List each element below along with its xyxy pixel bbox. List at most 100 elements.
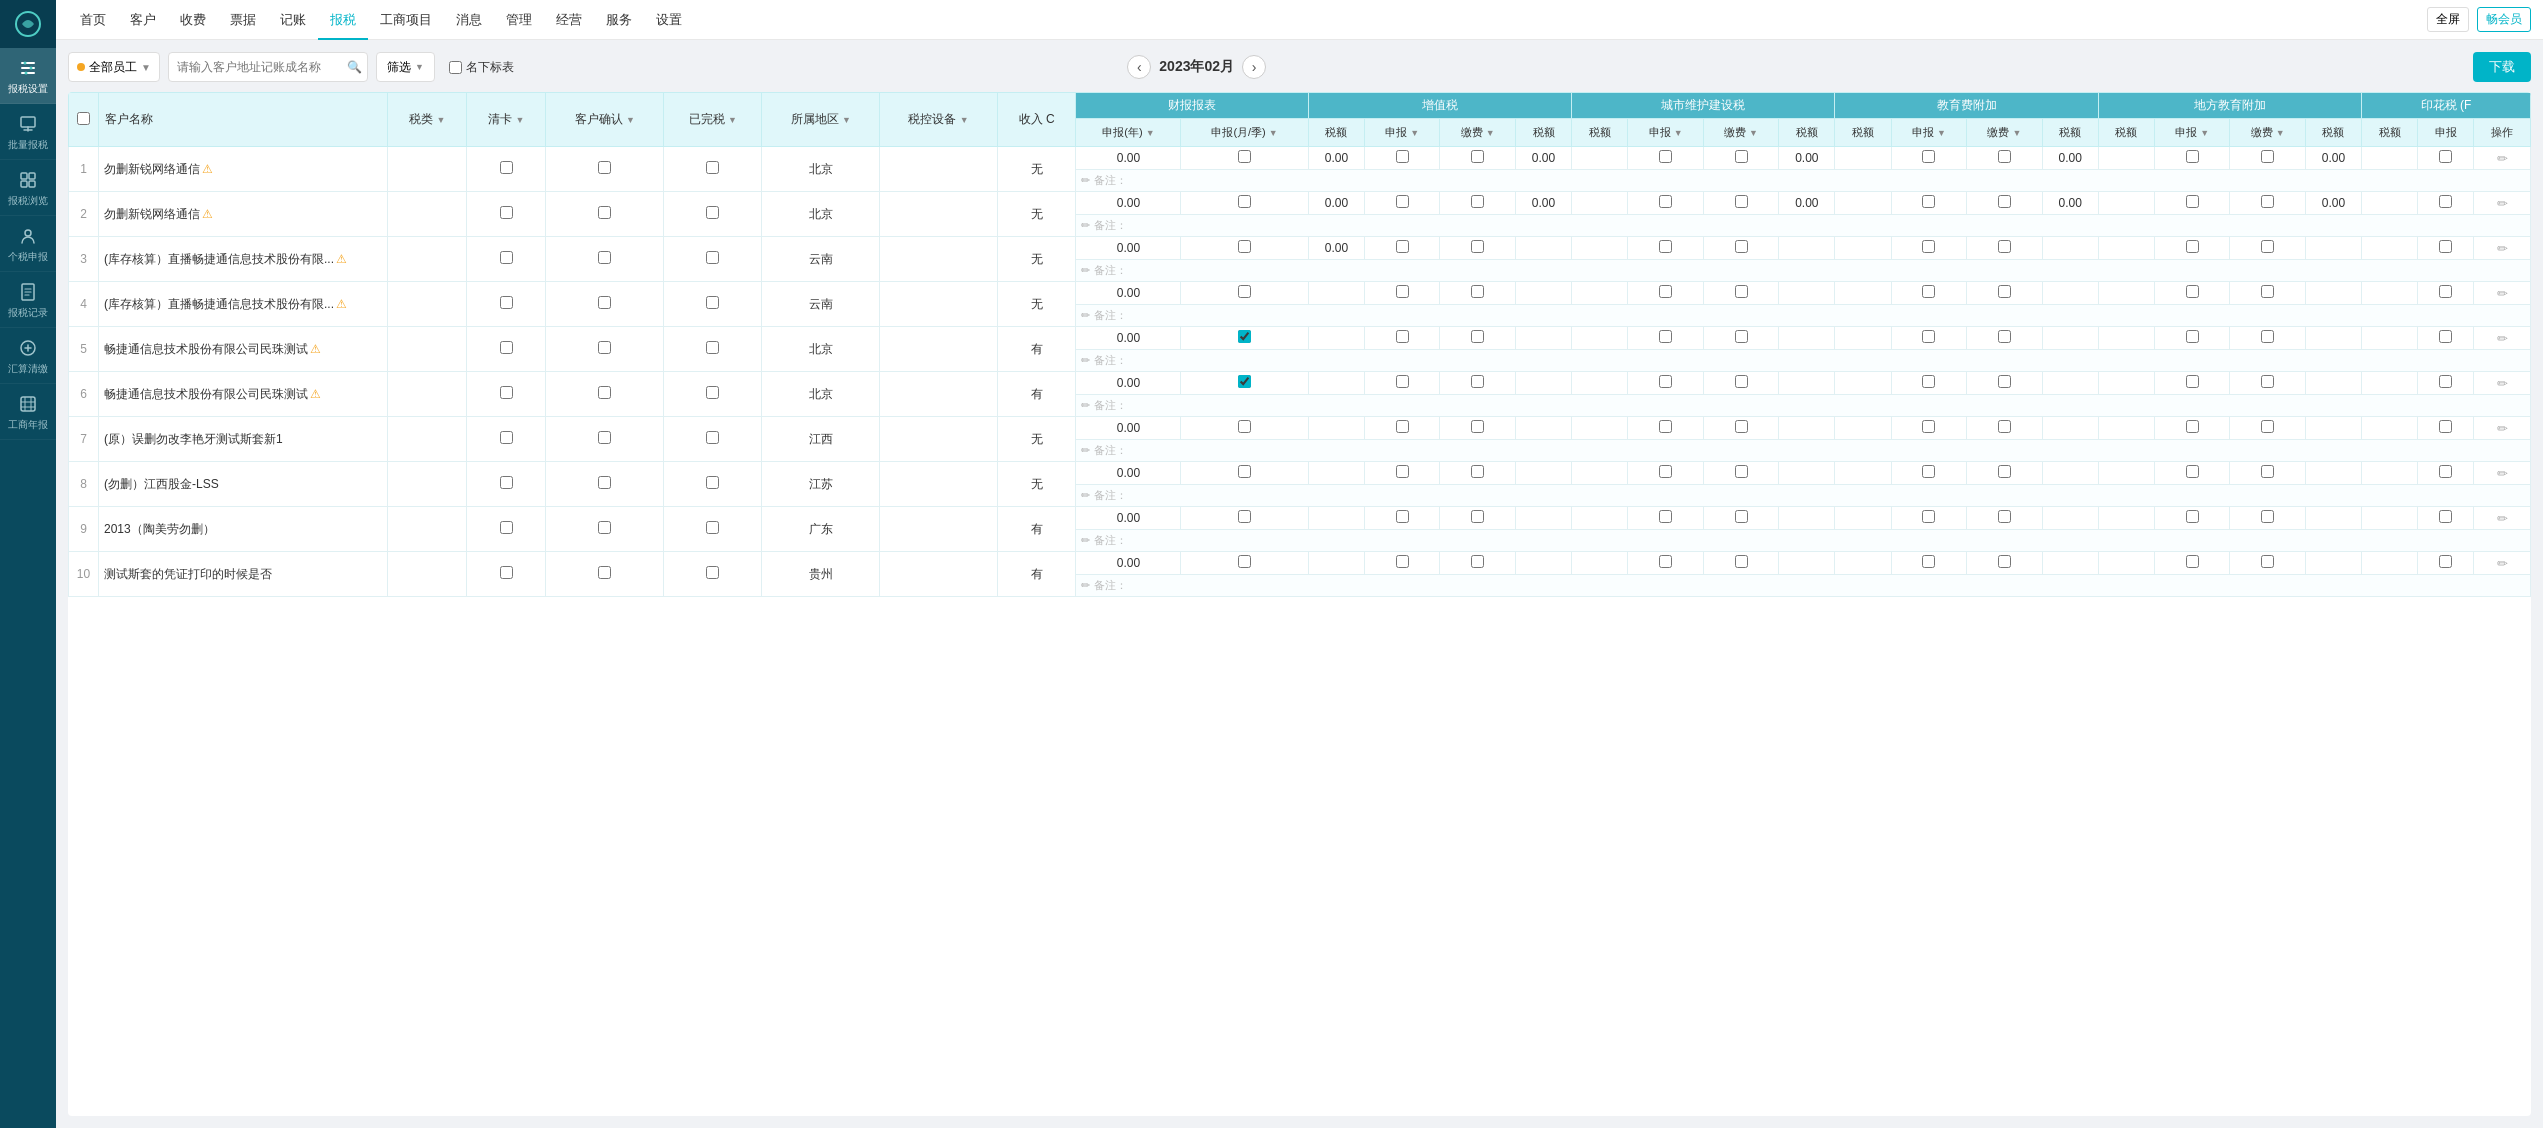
edit-remark-icon[interactable]: ✏ xyxy=(1081,534,1090,546)
financial-m-checkbox[interactable] xyxy=(1238,150,1251,163)
local-pay-checkbox[interactable] xyxy=(2261,375,2274,388)
filed-checkbox[interactable] xyxy=(706,386,719,399)
financial-m-checkbox[interactable] xyxy=(1238,330,1251,343)
edu-apply-checkbox[interactable] xyxy=(1922,465,1935,478)
nav-service[interactable]: 服务 xyxy=(594,0,644,40)
search-input[interactable] xyxy=(168,52,368,82)
confirm-checkbox[interactable] xyxy=(598,161,611,174)
city-pay-checkbox[interactable] xyxy=(1735,150,1748,163)
financial-m-checkbox[interactable] xyxy=(1238,420,1251,433)
edu-pay-checkbox[interactable] xyxy=(1998,285,2011,298)
city-apply-checkbox[interactable] xyxy=(1659,555,1672,568)
local-apply-checkbox[interactable] xyxy=(2186,150,2199,163)
stamp-apply-checkbox[interactable] xyxy=(2439,150,2452,163)
financial-m-checkbox[interactable] xyxy=(1238,555,1251,568)
edit-icon[interactable]: ✏ xyxy=(2497,376,2508,391)
edu-apply-checkbox[interactable] xyxy=(1922,285,1935,298)
vat-apply-checkbox[interactable] xyxy=(1396,195,1409,208)
sidebar-item-remit-clear[interactable]: 汇算清缴 xyxy=(0,328,56,384)
edit-icon[interactable]: ✏ xyxy=(2497,556,2508,571)
city-apply-checkbox[interactable] xyxy=(1659,465,1672,478)
filter-button[interactable]: 筛选 ▼ xyxy=(376,52,435,82)
confirm-checkbox[interactable] xyxy=(598,296,611,309)
city-apply-checkbox[interactable] xyxy=(1659,375,1672,388)
stamp-apply-checkbox[interactable] xyxy=(2439,195,2452,208)
vat-apply-checkbox[interactable] xyxy=(1396,150,1409,163)
clear-card-checkbox[interactable] xyxy=(500,341,513,354)
edu-pay-checkbox[interactable] xyxy=(1998,330,2011,343)
vip-button[interactable]: 畅会员 xyxy=(2477,7,2531,32)
filed-checkbox[interactable] xyxy=(706,476,719,489)
sidebar-item-tax-records[interactable]: 报税记录 xyxy=(0,272,56,328)
edu-pay-checkbox[interactable] xyxy=(1998,465,2011,478)
edu-pay-checkbox[interactable] xyxy=(1998,240,2011,253)
local-pay-checkbox[interactable] xyxy=(2261,420,2274,433)
clear-card-checkbox[interactable] xyxy=(500,251,513,264)
city-apply-checkbox[interactable] xyxy=(1659,195,1672,208)
edit-remark-icon[interactable]: ✏ xyxy=(1081,309,1090,321)
edu-pay-checkbox[interactable] xyxy=(1998,555,2011,568)
clear-card-checkbox[interactable] xyxy=(500,206,513,219)
edit-icon[interactable]: ✏ xyxy=(2497,241,2508,256)
edu-apply-checkbox[interactable] xyxy=(1922,555,1935,568)
vat-apply-checkbox[interactable] xyxy=(1396,240,1409,253)
vat-apply-checkbox[interactable] xyxy=(1396,285,1409,298)
vat-pay-checkbox[interactable] xyxy=(1471,150,1484,163)
local-pay-checkbox[interactable] xyxy=(2261,285,2274,298)
vat-apply-checkbox[interactable] xyxy=(1396,510,1409,523)
filed-checkbox[interactable] xyxy=(706,566,719,579)
edu-pay-checkbox[interactable] xyxy=(1998,150,2011,163)
local-apply-checkbox[interactable] xyxy=(2186,240,2199,253)
sidebar-item-annual-report[interactable]: 工商年报 xyxy=(0,384,56,440)
stamp-apply-checkbox[interactable] xyxy=(2439,555,2452,568)
employee-filter[interactable]: 全部员工 ▼ xyxy=(68,52,160,82)
local-pay-checkbox[interactable] xyxy=(2261,330,2274,343)
city-pay-checkbox[interactable] xyxy=(1735,375,1748,388)
edit-remark-icon[interactable]: ✏ xyxy=(1081,174,1090,186)
local-apply-checkbox[interactable] xyxy=(2186,285,2199,298)
edit-remark-icon[interactable]: ✏ xyxy=(1081,444,1090,456)
edit-remark-icon[interactable]: ✏ xyxy=(1081,354,1090,366)
edit-remark-icon[interactable]: ✏ xyxy=(1081,579,1090,591)
sidebar-item-individual-tax[interactable]: 个税申报 xyxy=(0,216,56,272)
edit-icon[interactable]: ✏ xyxy=(2497,196,2508,211)
vat-pay-checkbox[interactable] xyxy=(1471,195,1484,208)
city-pay-checkbox[interactable] xyxy=(1735,240,1748,253)
vat-pay-checkbox[interactable] xyxy=(1471,465,1484,478)
edit-icon[interactable]: ✏ xyxy=(2497,511,2508,526)
filed-checkbox[interactable] xyxy=(706,341,719,354)
namesheet-button[interactable]: 名下标表 xyxy=(443,52,520,82)
nav-tax[interactable]: 报税 xyxy=(318,0,368,40)
vat-pay-checkbox[interactable] xyxy=(1471,555,1484,568)
edu-apply-checkbox[interactable] xyxy=(1922,150,1935,163)
nav-industry[interactable]: 工商项目 xyxy=(368,0,444,40)
city-pay-checkbox[interactable] xyxy=(1735,330,1748,343)
nav-customers[interactable]: 客户 xyxy=(118,0,168,40)
nav-manage[interactable]: 管理 xyxy=(494,0,544,40)
local-apply-checkbox[interactable] xyxy=(2186,330,2199,343)
local-apply-checkbox[interactable] xyxy=(2186,465,2199,478)
filed-checkbox[interactable] xyxy=(706,431,719,444)
edu-apply-checkbox[interactable] xyxy=(1922,510,1935,523)
city-pay-checkbox[interactable] xyxy=(1735,555,1748,568)
confirm-checkbox[interactable] xyxy=(598,566,611,579)
edu-pay-checkbox[interactable] xyxy=(1998,195,2011,208)
clear-card-checkbox[interactable] xyxy=(500,296,513,309)
stamp-apply-checkbox[interactable] xyxy=(2439,240,2452,253)
edit-remark-icon[interactable]: ✏ xyxy=(1081,489,1090,501)
vat-apply-checkbox[interactable] xyxy=(1396,465,1409,478)
edu-apply-checkbox[interactable] xyxy=(1922,420,1935,433)
edit-icon[interactable]: ✏ xyxy=(2497,421,2508,436)
edit-icon[interactable]: ✏ xyxy=(2497,286,2508,301)
city-apply-checkbox[interactable] xyxy=(1659,150,1672,163)
clear-card-checkbox[interactable] xyxy=(500,566,513,579)
search-icon[interactable]: 🔍 xyxy=(347,60,362,74)
vat-pay-checkbox[interactable] xyxy=(1471,285,1484,298)
financial-m-checkbox[interactable] xyxy=(1238,195,1251,208)
city-apply-checkbox[interactable] xyxy=(1659,285,1672,298)
vat-apply-checkbox[interactable] xyxy=(1396,420,1409,433)
next-month-button[interactable]: › xyxy=(1242,55,1266,79)
local-pay-checkbox[interactable] xyxy=(2261,510,2274,523)
select-all-checkbox[interactable] xyxy=(77,112,90,125)
clear-card-checkbox[interactable] xyxy=(500,431,513,444)
